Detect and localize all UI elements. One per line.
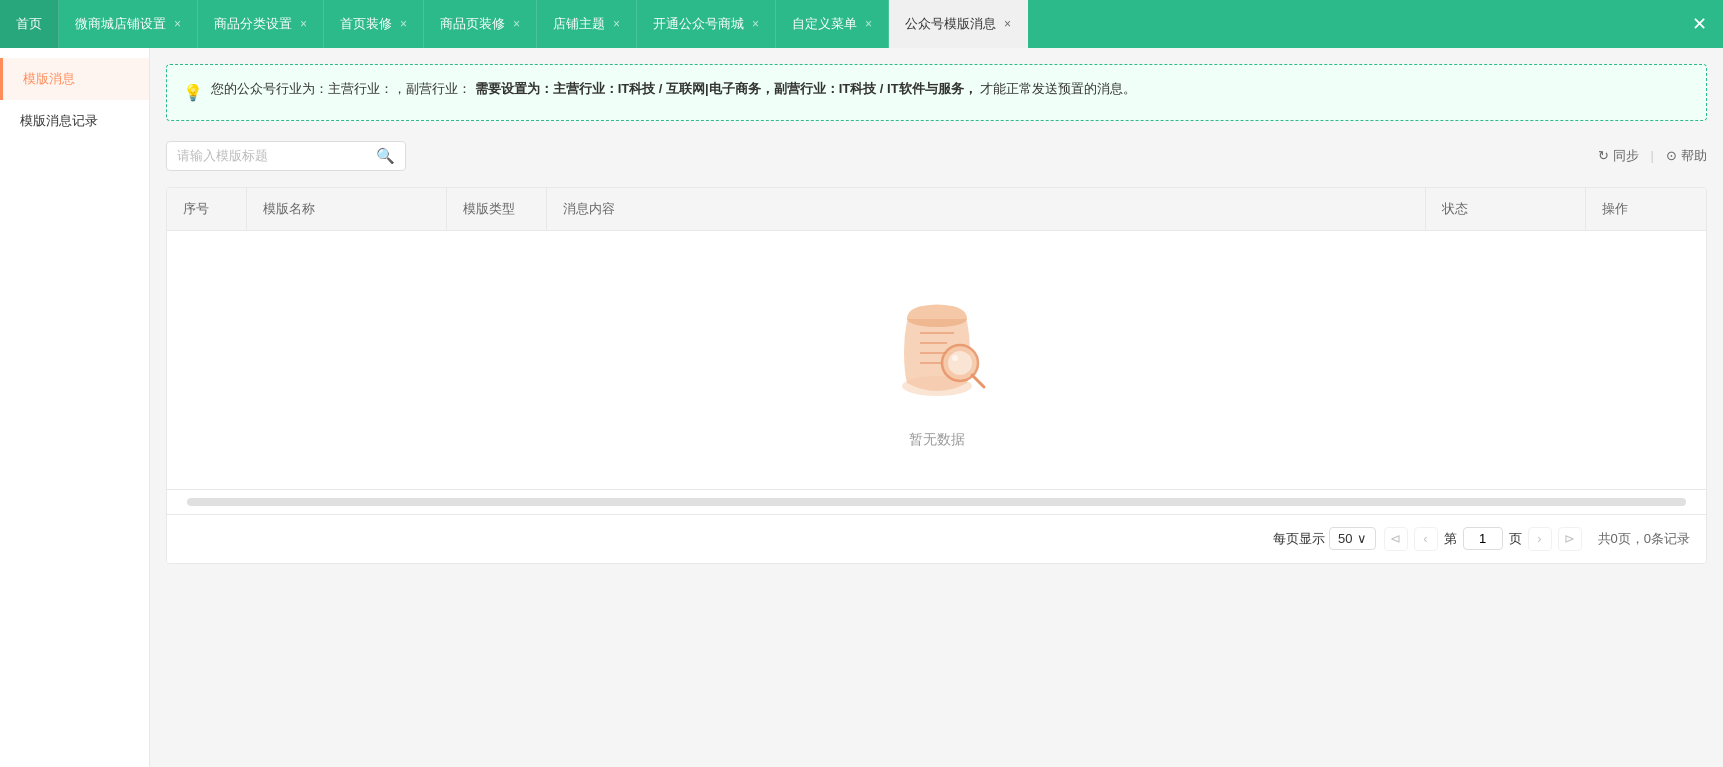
- top-nav: 首页 微商城店铺设置 × 商品分类设置 × 首页装修 × 商品页装修 × 店铺主…: [0, 0, 1723, 48]
- th-action: 操作: [1586, 188, 1706, 230]
- nav-theme-label: 店铺主题: [553, 15, 605, 33]
- th-name: 模版名称: [247, 188, 447, 230]
- th-type: 模版类型: [447, 188, 547, 230]
- empty-text: 暂无数据: [909, 431, 965, 449]
- nav-item-shop-settings[interactable]: 微商城店铺设置 ×: [59, 0, 198, 48]
- sidebar-label-template-msg: 模版消息: [23, 71, 75, 86]
- page-size-label: 每页显示: [1273, 530, 1325, 548]
- page-nav: ⊲ ‹ 第 页 › ⊳: [1384, 527, 1582, 551]
- sync-button[interactable]: ↻ 同步: [1598, 147, 1639, 165]
- nav-close-product-page[interactable]: ×: [513, 17, 520, 31]
- nav-close-category[interactable]: ×: [300, 17, 307, 31]
- notice-text: 您的公众号行业为：主营行业：，副营行业： 需要设置为：主营行业：IT科技 / 互…: [211, 79, 1136, 100]
- nav-close-wechat-mall[interactable]: ×: [752, 17, 759, 31]
- nav-item-custom-menu[interactable]: 自定义菜单 ×: [776, 0, 889, 48]
- search-input[interactable]: [177, 148, 368, 163]
- help-button[interactable]: ⊙ 帮助: [1666, 147, 1707, 165]
- page-label-after: 页: [1509, 530, 1522, 548]
- nav-item-category[interactable]: 商品分类设置 ×: [198, 0, 324, 48]
- notice-box: 💡 您的公众号行业为：主营行业：，副营行业： 需要设置为：主营行业：IT科技 /…: [166, 64, 1707, 121]
- global-close-icon: ✕: [1692, 13, 1707, 35]
- nav-item-home[interactable]: 首页: [0, 0, 59, 48]
- nav-homepage-label: 首页装修: [340, 15, 392, 33]
- nav-shop-settings-label: 微商城店铺设置: [75, 15, 166, 33]
- chevron-down-icon: ∨: [1357, 531, 1367, 546]
- notice-prefix: 您的公众号行业为：主营行业：，副营行业：: [211, 81, 471, 96]
- notice-icon: 💡: [183, 80, 203, 106]
- empty-illustration: [872, 291, 1002, 411]
- nav-close-custom-menu[interactable]: ×: [865, 17, 872, 31]
- nav-item-theme[interactable]: 店铺主题 ×: [537, 0, 637, 48]
- toolbar-right: ↻ 同步 | ⊙ 帮助: [1598, 147, 1707, 165]
- page-number-input[interactable]: [1463, 527, 1503, 550]
- content-area: 💡 您的公众号行业为：主营行业：，副营行业： 需要设置为：主营行业：IT科技 /…: [150, 48, 1723, 767]
- th-index: 序号: [167, 188, 247, 230]
- nav-item-homepage[interactable]: 首页装修 ×: [324, 0, 424, 48]
- help-label: 帮助: [1681, 147, 1707, 165]
- pagination: 每页显示 50 ∨ ⊲ ‹ 第 页 › ⊳ 共0页，0条记录: [167, 514, 1706, 563]
- th-status: 状态: [1426, 188, 1586, 230]
- nav-close-homepage[interactable]: ×: [400, 17, 407, 31]
- nav-product-page-label: 商品页装修: [440, 15, 505, 33]
- search-bar: 🔍 ↻ 同步 | ⊙ 帮助: [166, 141, 1707, 171]
- main-layout: 模版消息 模版消息记录 💡 您的公众号行业为：主营行业：，副营行业： 需要设置为…: [0, 48, 1723, 767]
- page-label-before: 第: [1444, 530, 1457, 548]
- page-size-dropdown[interactable]: 50 ∨: [1329, 527, 1375, 550]
- nav-custom-menu-label: 自定义菜单: [792, 15, 857, 33]
- page-last-button[interactable]: ⊳: [1558, 527, 1582, 551]
- nav-close-template-msg[interactable]: ×: [1004, 17, 1011, 31]
- page-first-button[interactable]: ⊲: [1384, 527, 1408, 551]
- nav-item-wechat-mall[interactable]: 开通公众号商城 ×: [637, 0, 776, 48]
- table-header: 序号 模版名称 模版类型 消息内容 状态 操作: [167, 188, 1706, 231]
- search-icon[interactable]: 🔍: [376, 147, 395, 165]
- nav-category-label: 商品分类设置: [214, 15, 292, 33]
- global-close-button[interactable]: ✕: [1676, 0, 1723, 48]
- notice-suffix: 才能正常发送预置的消息。: [980, 81, 1136, 96]
- page-next-button[interactable]: ›: [1528, 527, 1552, 551]
- empty-state: 暂无数据: [167, 231, 1706, 489]
- toolbar-divider: |: [1651, 148, 1654, 163]
- scrollbar-track[interactable]: [167, 489, 1706, 514]
- help-icon: ⊙: [1666, 148, 1677, 163]
- nav-template-msg-label: 公众号模版消息: [905, 15, 996, 33]
- sync-icon: ↻: [1598, 148, 1609, 163]
- page-total: 共0页，0条记录: [1598, 530, 1690, 548]
- sidebar-item-template-msg[interactable]: 模版消息: [0, 58, 149, 100]
- sidebar-item-template-msg-record[interactable]: 模版消息记录: [0, 100, 149, 142]
- svg-point-7: [948, 351, 972, 375]
- notice-bold: 需要设置为：主营行业：IT科技 / 互联网|电子商务，副营行业：IT科技 / I…: [475, 81, 977, 96]
- nav-close-theme[interactable]: ×: [613, 17, 620, 31]
- svg-line-8: [972, 375, 984, 387]
- nav-close-shop-settings[interactable]: ×: [174, 17, 181, 31]
- sidebar: 模版消息 模版消息记录: [0, 48, 150, 767]
- page-size-value: 50: [1338, 531, 1352, 546]
- page-size-select: 每页显示 50 ∨: [1273, 527, 1375, 550]
- nav-home-label: 首页: [16, 15, 42, 33]
- th-content: 消息内容: [547, 188, 1426, 230]
- scrollbar-inner[interactable]: [187, 498, 1686, 506]
- data-table: 序号 模版名称 模版类型 消息内容 状态 操作: [166, 187, 1707, 564]
- sidebar-label-template-msg-record: 模版消息记录: [20, 113, 98, 128]
- page-prev-button[interactable]: ‹: [1414, 527, 1438, 551]
- search-input-wrap[interactable]: 🔍: [166, 141, 406, 171]
- nav-wechat-mall-label: 开通公众号商城: [653, 15, 744, 33]
- nav-item-product-page[interactable]: 商品页装修 ×: [424, 0, 537, 48]
- nav-item-template-msg[interactable]: 公众号模版消息 ×: [889, 0, 1028, 48]
- svg-point-9: [952, 355, 958, 361]
- sync-label: 同步: [1613, 147, 1639, 165]
